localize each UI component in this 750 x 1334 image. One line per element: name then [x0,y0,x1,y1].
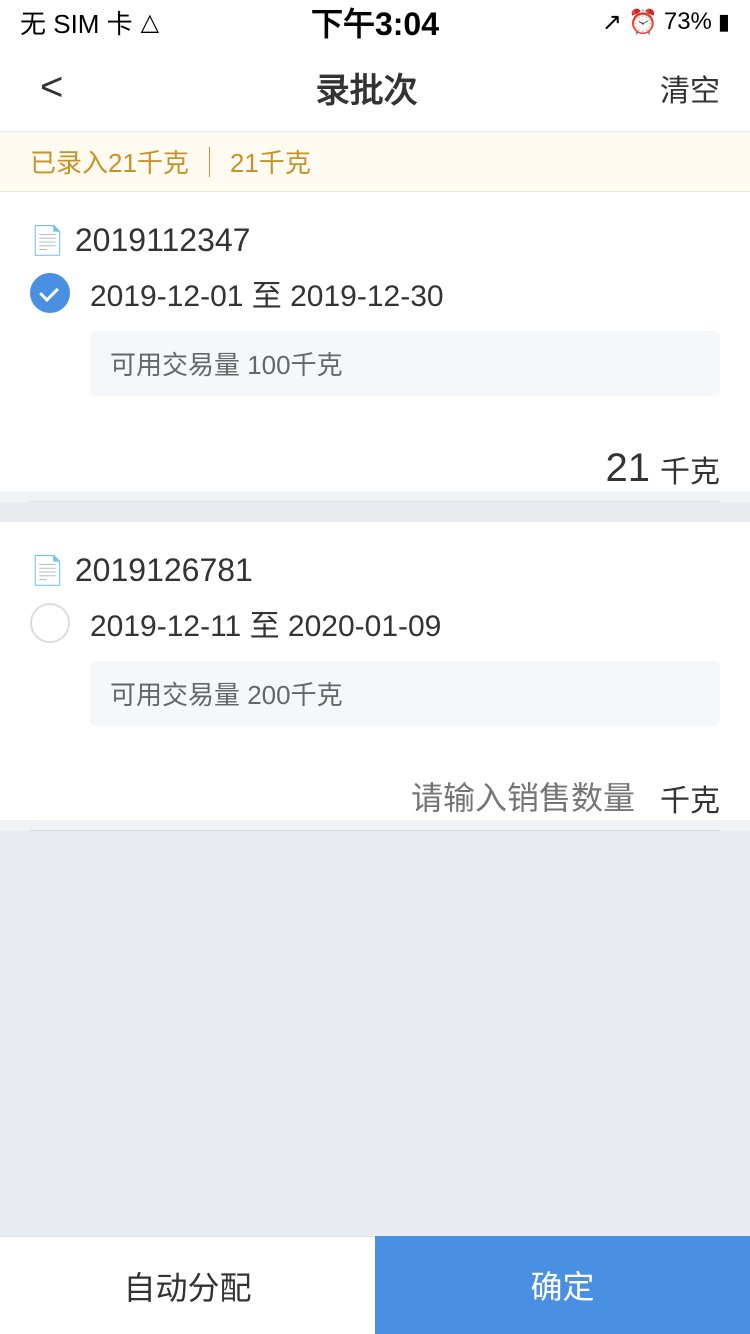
page-title: 录批次 [316,63,418,112]
batch-2-date-row: 2019-12-11 至 2020-01-09 [30,601,720,645]
batch-2-input-row: 千克 [0,756,750,820]
bottom-bar: 自动分配 确定 [0,1236,750,1334]
banner-divider [209,147,210,177]
batch-1-header: 📄 2019112347 [30,222,720,259]
status-left: 无 SIM 卡 △ [20,4,159,41]
batch-1-quantity-value: 21 [606,446,651,491]
status-time: 下午3:04 [311,0,439,45]
empty-space [0,831,750,1296]
batch-item-1: 📄 2019112347 2019-12-01 至 2019-12-30 可用交… [0,192,750,426]
document-icon-2: 📄 [30,554,65,587]
batch-1-date: 2019-12-01 至 2019-12-30 [90,271,444,315]
carrier-text: 无 SIM 卡 [20,4,133,41]
info-banner: 已录入21千克 21千克 [0,132,750,192]
batch-2-header: 📄 2019126781 [30,552,720,589]
batch-2-date: 2019-12-11 至 2020-01-09 [90,601,441,645]
batch-1-id: 2019112347 [75,222,251,259]
batch-item-2: 📄 2019126781 2019-12-11 至 2020-01-09 可用交… [0,522,750,756]
battery-icon: ▮ [718,9,730,35]
alarm-icon: ⏰ [628,8,658,37]
content-area: 📄 2019112347 2019-12-01 至 2019-12-30 可用交… [0,192,750,1296]
clear-button[interactable]: 清空 [660,66,720,110]
recorded-amount: 21千克 [230,143,311,180]
batch-1-unit: 千克 [660,447,720,491]
nav-bar: < 录批次 清空 [0,44,750,132]
batch-2-radio[interactable] [30,603,70,643]
batch-2-unit: 千克 [660,776,720,820]
battery-text: 73% [664,8,712,36]
back-button[interactable]: < [30,55,73,120]
status-bar: 无 SIM 卡 △ 下午3:04 ↗ ⏰ 73% ▮ [0,0,750,44]
batch-2-available: 可用交易量 200千克 [90,661,720,726]
batch-1-amount-row: 21 千克 [0,426,750,491]
confirm-button[interactable]: 确定 [375,1236,750,1334]
batch-1-date-row: 2019-12-01 至 2019-12-30 [30,271,720,315]
wifi-icon: △ [141,8,159,37]
recorded-label: 已录入21千克 [30,143,189,180]
batch-1-available: 可用交易量 100千克 [90,331,720,396]
location-icon: ↗ [602,8,622,37]
auto-distribute-button[interactable]: 自动分配 [0,1236,375,1334]
status-right: ↗ ⏰ 73% ▮ [602,8,730,37]
batch-2-id: 2019126781 [75,552,253,589]
document-icon-1: 📄 [30,224,65,257]
section-divider [0,502,750,522]
batch-1-radio[interactable] [30,273,70,313]
batch-2-quantity-input[interactable] [350,780,650,817]
